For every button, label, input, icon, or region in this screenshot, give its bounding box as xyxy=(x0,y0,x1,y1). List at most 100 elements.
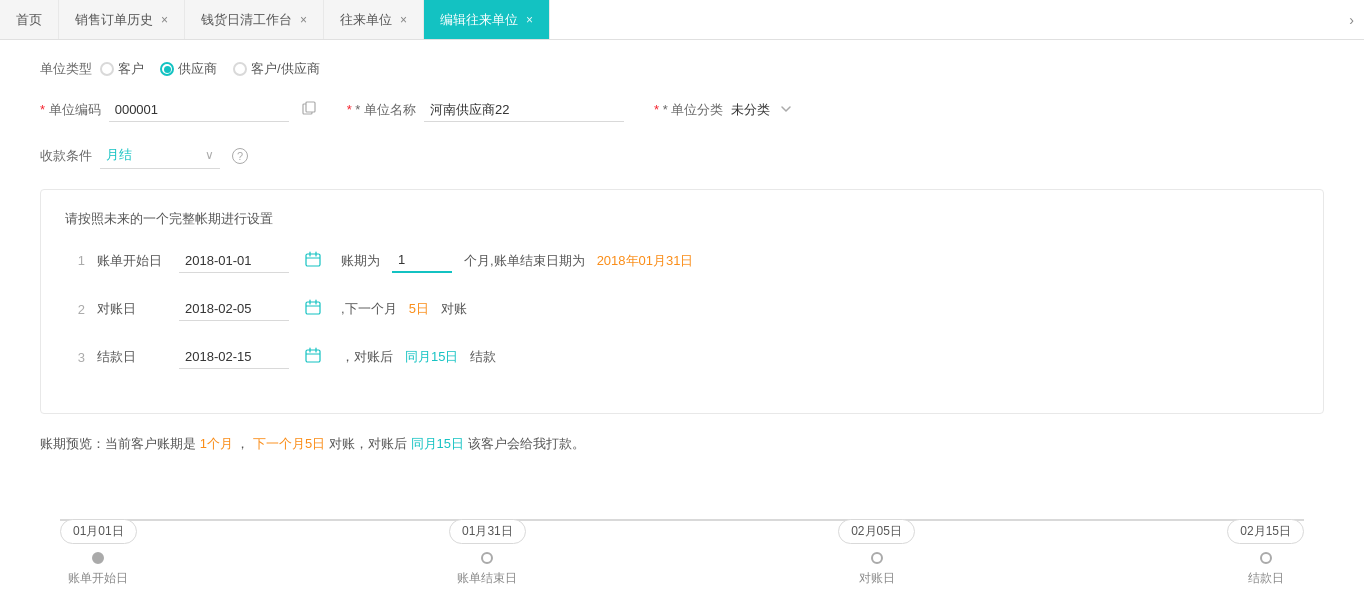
unit-name-field: * * 单位名称 xyxy=(347,98,624,122)
row-2-label: 对账日 xyxy=(97,300,167,318)
row-3-label: 结款日 xyxy=(97,348,167,366)
unit-code-field: * 单位编码 xyxy=(40,98,317,122)
row-2-num: 2 xyxy=(65,302,85,317)
tab-more-button[interactable]: › xyxy=(1339,0,1364,39)
unit-classify-dropdown[interactable]: 未分类 xyxy=(731,101,794,120)
row-3-calendar-icon[interactable] xyxy=(305,347,321,367)
tab-partner[interactable]: 往来单位 × xyxy=(324,0,424,39)
unit-code-copy-icon[interactable] xyxy=(301,100,317,120)
preview-prefix: 账期预览：当前客户账期是 xyxy=(40,436,196,451)
row-1-suffix-pre: 账期为 xyxy=(341,252,380,270)
tab-sales-history-close[interactable]: × xyxy=(161,13,168,27)
row-3-num: 3 xyxy=(65,350,85,365)
setting-row-3: 3 结款日 ，对账后 同月15日 结款 xyxy=(65,345,1299,369)
row-3-date-input[interactable] xyxy=(179,345,289,369)
svg-rect-10 xyxy=(306,350,320,362)
payment-label: 收款条件 xyxy=(40,147,92,165)
timeline-point-2-desc: 账单结束日 xyxy=(457,570,517,587)
unit-classify-field: * * 单位分类 未分类 xyxy=(654,101,794,120)
section-instruction: 请按照未来的一个完整帐期进行设置 xyxy=(65,210,1299,228)
timeline-point-3: 02月05日 对账日 xyxy=(838,519,915,587)
row-1-calendar-icon[interactable] xyxy=(305,251,321,271)
unit-type-field: 单位类型 客户 供应商 客户/供应商 xyxy=(40,60,320,78)
tab-partner-label: 往来单位 xyxy=(340,11,392,29)
preview-sep1: ， xyxy=(236,436,249,451)
payment-dropdown[interactable]: 月结 ∨ xyxy=(100,142,220,169)
row-1-num: 1 xyxy=(65,253,85,268)
row-3-highlight: 同月15日 xyxy=(405,348,458,366)
timeline-points: 01月01日 账单开始日 01月31日 账单结束日 02月05日 对账日 02月… xyxy=(60,519,1304,587)
unit-classify-label-text: * 单位分类 xyxy=(663,102,724,117)
payment-help-icon[interactable]: ? xyxy=(232,148,248,164)
payment-field: 收款条件 月结 ∨ ? xyxy=(40,142,248,169)
timeline-point-3-desc: 对账日 xyxy=(859,570,895,587)
unit-type-label: 单位类型 xyxy=(40,60,92,78)
unit-info-row: * 单位编码 * * 单位名称 * * 单位分类 未分类 xyxy=(40,98,1324,122)
unit-code-input[interactable] xyxy=(109,98,289,122)
tab-bar: 首页 销售订单历史 × 钱货日清工作台 × 往来单位 × 编辑往来单位 × › xyxy=(0,0,1364,40)
tab-edit-partner[interactable]: 编辑往来单位 × xyxy=(424,0,550,39)
radio-both[interactable]: 客户/供应商 xyxy=(233,60,320,78)
unit-name-label: * * 单位名称 xyxy=(347,101,416,119)
payment-dropdown-arrow: ∨ xyxy=(205,148,214,162)
timeline-point-1-desc: 账单开始日 xyxy=(68,570,128,587)
tab-edit-partner-close[interactable]: × xyxy=(526,13,533,27)
row-1-month-input[interactable] xyxy=(392,248,452,273)
svg-rect-2 xyxy=(306,254,320,266)
radio-supplier[interactable]: 供应商 xyxy=(160,60,217,78)
row-1-end-date: 2018年01月31日 xyxy=(597,252,694,270)
setting-row-2: 2 对账日 ,下一个月 5日 对账 xyxy=(65,297,1299,321)
timeline-point-3-date: 02月05日 xyxy=(838,519,915,544)
preview-sep2: 对账，对账后 xyxy=(329,436,407,451)
row-1-date-input[interactable] xyxy=(179,249,289,273)
row-2-calendar-icon[interactable] xyxy=(305,299,321,319)
radio-customer[interactable]: 客户 xyxy=(100,60,144,78)
preview-part3: 同月15日 xyxy=(411,436,464,451)
setting-row-1: 1 账单开始日 账期为 个月,账单结束日期为 2018年01月31日 xyxy=(65,248,1299,273)
radio-supplier-circle xyxy=(160,62,174,76)
preview-suffix: 该客户会给我打款。 xyxy=(468,436,585,451)
row-2-date-input[interactable] xyxy=(179,297,289,321)
radio-customer-label: 客户 xyxy=(118,60,144,78)
tab-cashwork-label: 钱货日清工作台 xyxy=(201,11,292,29)
timeline-section: 01月01日 账单开始日 01月31日 账单结束日 02月05日 对账日 02月… xyxy=(40,479,1324,608)
tab-sales-history-label: 销售订单历史 xyxy=(75,11,153,29)
main-content: 单位类型 客户 供应商 客户/供应商 * 单位编码 xyxy=(0,40,1364,608)
unit-code-label-text: 单位编码 xyxy=(49,102,101,117)
tab-home[interactable]: 首页 xyxy=(0,0,59,39)
tab-partner-close[interactable]: × xyxy=(400,13,407,27)
unit-classify-value: 未分类 xyxy=(731,101,770,119)
tab-edit-partner-label: 编辑往来单位 xyxy=(440,11,518,29)
timeline-point-4-desc: 结款日 xyxy=(1248,570,1284,587)
tab-cashwork[interactable]: 钱货日清工作台 × xyxy=(185,0,324,39)
radio-customer-circle xyxy=(100,62,114,76)
row-3-prefix: ，对账后 xyxy=(341,348,393,366)
row-3-suffix-post: 结款 xyxy=(470,348,496,366)
row-2-highlight: 5日 xyxy=(409,300,429,318)
row-2-suffix-post: 对账 xyxy=(441,300,467,318)
radio-supplier-label: 供应商 xyxy=(178,60,217,78)
timeline-point-4: 02月15日 结款日 xyxy=(1227,519,1304,587)
settings-section: 请按照未来的一个完整帐期进行设置 1 账单开始日 账期为 个月,账单结束日期为 … xyxy=(40,189,1324,414)
preview-part2: 下一个月5日 xyxy=(253,436,325,451)
row-1-label: 账单开始日 xyxy=(97,252,167,270)
preview-part1: 1个月 xyxy=(200,436,233,451)
unit-classify-arrow xyxy=(778,101,794,120)
unit-code-label: * 单位编码 xyxy=(40,101,101,119)
required-mark-classify: * xyxy=(654,102,663,117)
unit-name-input[interactable] xyxy=(424,98,624,122)
tab-sales-history[interactable]: 销售订单历史 × xyxy=(59,0,185,39)
required-mark-code: * xyxy=(40,102,49,117)
radio-both-label: 客户/供应商 xyxy=(251,60,320,78)
tab-cashwork-close[interactable]: × xyxy=(300,13,307,27)
help-question-mark: ? xyxy=(237,150,243,162)
timeline-point-4-dot xyxy=(1260,552,1272,564)
timeline-point-2-date: 01月31日 xyxy=(449,519,526,544)
tab-home-label: 首页 xyxy=(16,11,42,29)
row-2-prefix: ,下一个月 xyxy=(341,300,397,318)
preview-section: 账期预览：当前客户账期是 1个月 ， 下一个月5日 对账，对账后 同月15日 该… xyxy=(40,434,1324,455)
row-1-suffix-post: 个月,账单结束日期为 xyxy=(464,252,585,270)
unit-name-label-text: * 单位名称 xyxy=(355,102,416,117)
svg-rect-6 xyxy=(306,302,320,314)
timeline-point-1-date: 01月01日 xyxy=(60,519,137,544)
